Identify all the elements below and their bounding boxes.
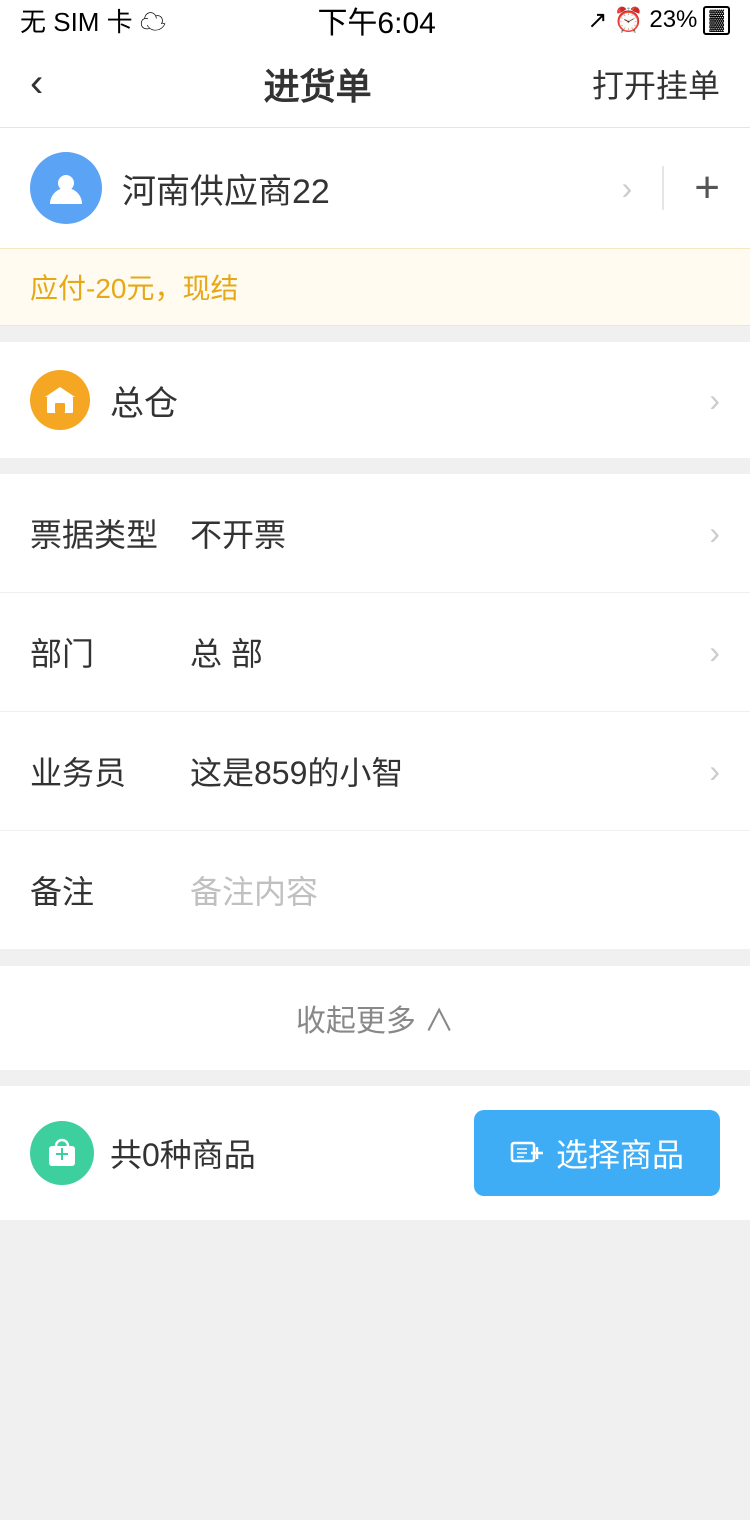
warehouse-name: 总仓 (110, 376, 709, 425)
status-right: ↗ ⏰ 23% ▓ (587, 6, 730, 35)
product-icon (30, 1121, 94, 1185)
back-button[interactable]: ‹ (30, 61, 43, 106)
form-row-invoice[interactable]: 票据类型 不开票 › (0, 474, 750, 593)
signal-text: 无 SIM 卡 ☁ (20, 2, 166, 39)
form-row-department[interactable]: 部门 总 部 › (0, 593, 750, 712)
supplier-section: 河南供应商22 › + 应付-20元，现结 (0, 128, 750, 326)
status-time: 下午6:04 (317, 0, 435, 42)
location-icon: ↗ (587, 6, 607, 35)
product-info: 共0种商品 (30, 1121, 256, 1185)
bottom-bar: 共0种商品 选择商品 (0, 1086, 750, 1220)
content: 河南供应商22 › + 应付-20元，现结 总仓 › 票据类型 不开票 › 部门 (0, 128, 750, 1520)
select-product-button[interactable]: 选择商品 (474, 1110, 720, 1196)
invoice-label: 票据类型 (30, 510, 190, 556)
department-chevron-icon: › (709, 634, 720, 671)
supplier-chevron-icon: › (622, 170, 633, 207)
invoice-chevron-icon: › (709, 515, 720, 552)
status-bar: 无 SIM 卡 ☁ 下午6:04 ↗ ⏰ 23% ▓ (0, 0, 750, 40)
note-placeholder: 备注内容 (190, 867, 720, 913)
form-section: 票据类型 不开票 › 部门 总 部 › 业务员 这是859的小智 › 备注 备注… (0, 474, 750, 949)
warehouse-row[interactable]: 总仓 › (0, 342, 750, 458)
supplier-name: 河南供应商22 (122, 164, 622, 213)
warehouse-chevron-icon: › (709, 382, 720, 419)
open-pending-button[interactable]: 打开挂单 (592, 61, 720, 107)
form-row-salesperson[interactable]: 业务员 这是859的小智 › (0, 712, 750, 831)
salesperson-label: 业务员 (30, 748, 190, 794)
form-row-note[interactable]: 备注 备注内容 (0, 831, 750, 949)
alarm-icon: ⏰ (613, 6, 643, 35)
collapse-button[interactable]: 收起更多 ∧ (0, 965, 750, 1070)
select-product-icon (510, 1139, 544, 1167)
department-label: 部门 (30, 629, 190, 675)
status-left: 无 SIM 卡 ☁ (20, 2, 166, 39)
nav-bar: ‹ 进货单 打开挂单 (0, 40, 750, 128)
salesperson-value: 这是859的小智 (190, 748, 709, 794)
supplier-divider (662, 166, 664, 210)
warehouse-svg-icon (43, 383, 77, 417)
warehouse-icon (30, 370, 90, 430)
battery-icon: ▓ (703, 6, 730, 35)
invoice-value: 不开票 (190, 510, 709, 556)
note-label: 备注 (30, 867, 190, 913)
gray-area (0, 1220, 750, 1520)
product-count: 共0种商品 (110, 1130, 256, 1176)
select-product-label: 选择商品 (556, 1130, 684, 1176)
add-supplier-button[interactable]: + (694, 163, 720, 213)
avatar-icon (46, 168, 86, 208)
product-bag-icon (43, 1134, 81, 1172)
supplier-row[interactable]: 河南供应商22 › + (0, 128, 750, 248)
department-value: 总 部 (190, 629, 709, 675)
battery-text: 23% (649, 6, 697, 34)
notice-bar: 应付-20元，现结 (0, 248, 750, 326)
page-title: 进货单 (264, 58, 372, 110)
supplier-avatar (30, 152, 102, 224)
salesperson-chevron-icon: › (709, 753, 720, 790)
